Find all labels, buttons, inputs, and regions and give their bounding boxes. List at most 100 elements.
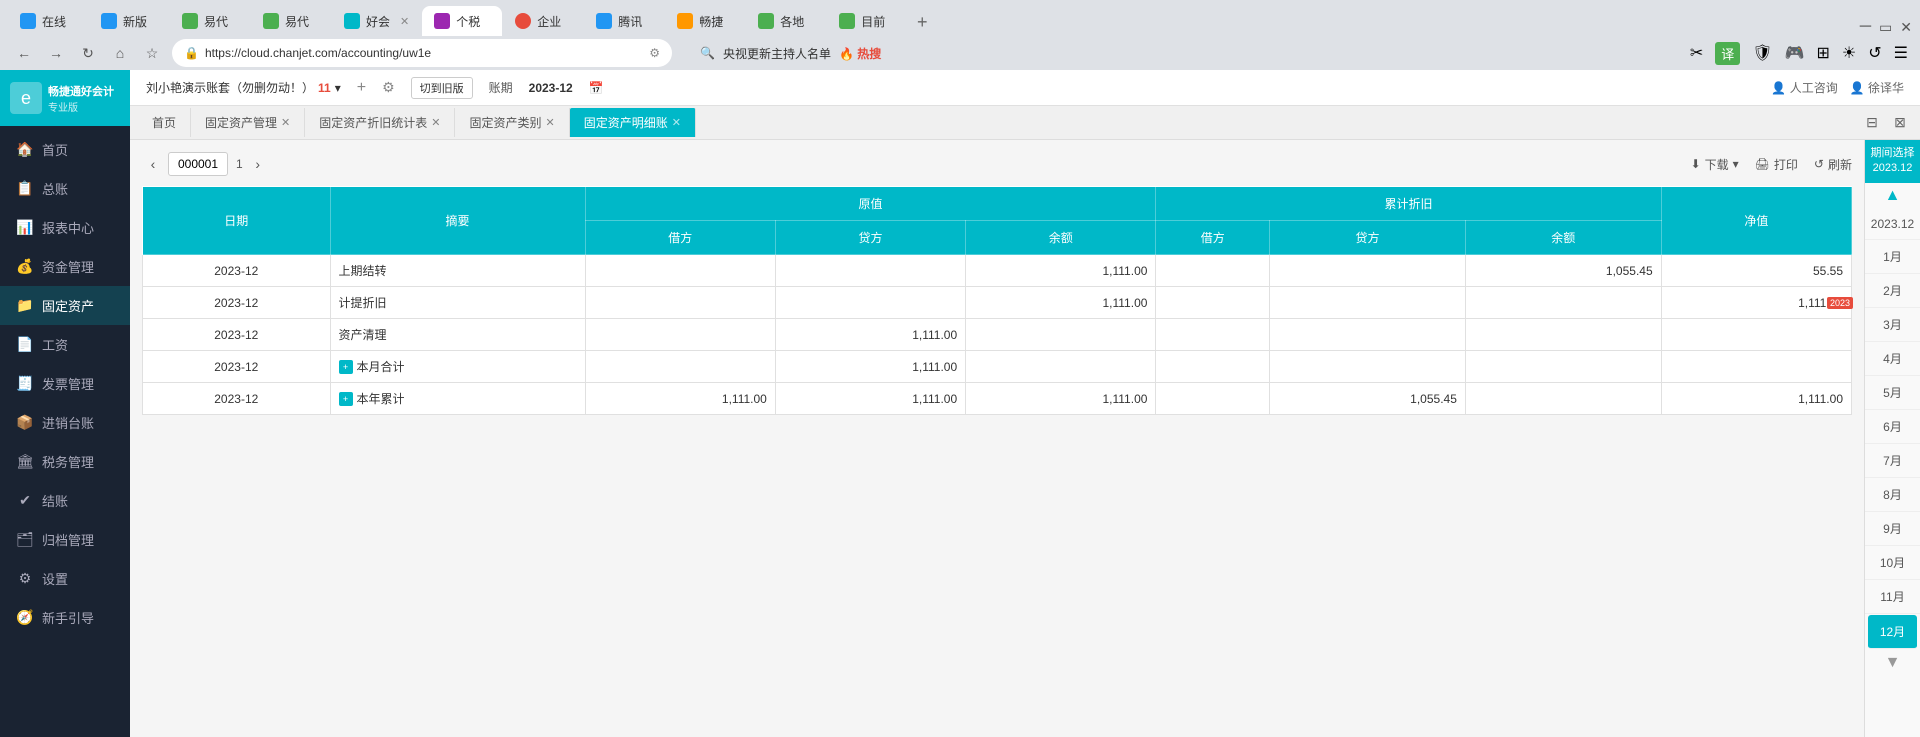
sidebar-label-report-center: 报表中心 — [42, 218, 94, 237]
guide-icon: 🧭 — [16, 609, 34, 626]
wallet-icon[interactable]: 🛡 — [1752, 43, 1772, 63]
next-page-button[interactable]: › — [247, 153, 269, 175]
tab-asset-category[interactable]: 固定资产类别 ✕ — [455, 108, 569, 137]
tab-add-button[interactable]: + — [908, 8, 936, 36]
menu-icon[interactable]: ☰ — [1894, 43, 1908, 63]
period-item-7[interactable]: 7月 — [1865, 444, 1920, 478]
period-item-5[interactable]: 5月 — [1865, 376, 1920, 410]
period-item-2[interactable]: 2月 — [1865, 274, 1920, 308]
address-input[interactable]: 🔒 https://cloud.chanjet.com/accounting/u… — [172, 39, 672, 67]
period-item-8[interactable]: 8月 — [1865, 478, 1920, 512]
cell-balance-accum-1: 1,055.45 — [1465, 255, 1661, 287]
tab-changjie[interactable]: 畅捷 — [665, 6, 745, 36]
scroll-up-button[interactable]: ▲ — [1865, 183, 1920, 209]
add-account-button[interactable]: + — [357, 79, 366, 97]
top-bar: 刘小艳演示账套（勿删勿动！） 11 ▾ + ⚙ 切到旧版 账期 2023-12 … — [130, 70, 1920, 106]
period-item-3[interactable]: 3月 — [1865, 308, 1920, 342]
tab-haohui[interactable]: 好会 ✕ — [332, 6, 421, 36]
period-value: 2023-12 — [529, 81, 573, 95]
sidebar-item-tax-mgmt[interactable]: 🏛 税务管理 — [0, 442, 130, 481]
prev-page-button[interactable]: ‹ — [142, 153, 164, 175]
table-row: 2023-12 + 本月合计 1,111.00 — [143, 351, 1852, 383]
expand-tab-button[interactable]: ⊠ — [1888, 111, 1912, 135]
sidebar-item-purchase-sales[interactable]: 📦 进销台账 — [0, 403, 130, 442]
bookmark-button[interactable]: ☆ — [140, 41, 164, 65]
tab-close-detail-ledger[interactable]: ✕ — [672, 116, 681, 129]
grid-icon[interactable]: ⊞ — [1817, 43, 1830, 63]
fund-icon: 💰 — [16, 258, 34, 275]
period-item-6[interactable]: 6月 — [1865, 410, 1920, 444]
account-selector[interactable]: 刘小艳演示账套（勿删勿动！） 11 ▾ — [146, 79, 341, 96]
tab-close-haohui[interactable]: ✕ — [400, 15, 409, 28]
tab-yidai1[interactable]: 易代 — [170, 6, 250, 36]
tab-xinban[interactable]: 新版 — [89, 6, 169, 36]
invoice-icon: 🧾 — [16, 375, 34, 392]
calendar-icon[interactable]: 📅 — [589, 81, 604, 95]
tab-yidai2[interactable]: 易代 — [251, 6, 331, 36]
period-item-11[interactable]: 11月 — [1865, 580, 1920, 614]
sidebar-item-home[interactable]: 🏠 首页 — [0, 130, 130, 169]
tab-tengxun[interactable]: 腾讯 — [584, 6, 664, 36]
cell-date-2: 2023-12 — [143, 287, 331, 319]
refresh-data-button[interactable]: ↺ 刷新 — [1814, 156, 1852, 173]
game-icon[interactable]: 🎮 — [1785, 43, 1805, 63]
tab-muqian[interactable]: 目前 — [827, 6, 907, 36]
refresh-button[interactable]: ↻ — [76, 41, 100, 65]
home-button[interactable]: ⌂ — [108, 41, 132, 65]
tab-fixed-asset-mgmt[interactable]: 固定资产管理 ✕ — [191, 108, 305, 137]
tab-geshui[interactable]: 个税 — [422, 6, 502, 36]
tab-zaixin[interactable]: 在线 — [8, 6, 88, 36]
print-button[interactable]: 🖨 打印 — [1755, 156, 1798, 173]
restore-icon[interactable]: ▭ — [1879, 19, 1892, 36]
sidebar-item-archive[interactable]: 🗂 归档管理 — [0, 520, 130, 559]
brightness-icon[interactable]: ☀ — [1842, 43, 1856, 63]
user-actions: 👤 人工咨询 👤 徐译华 — [1771, 79, 1904, 96]
settings-button[interactable]: ⚙ — [382, 79, 395, 96]
sidebar-nav: 🏠 首页 📋 总账 📊 报表中心 💰 资金管理 📁 固定资产 📄 工资 — [0, 126, 130, 737]
sidebar-item-settle[interactable]: ✔ 结账 — [0, 481, 130, 520]
address-bar: ← → ↻ ⌂ ☆ 🔒 https://cloud.chanjet.com/ac… — [0, 36, 1920, 70]
address-info-icon: ⚙ — [649, 46, 660, 60]
tab-close-depreciation-stats[interactable]: ✕ — [431, 116, 440, 129]
tab-close-fixed-asset-mgmt[interactable]: ✕ — [281, 116, 290, 129]
minimize-tab-button[interactable]: ⊟ — [1860, 111, 1884, 135]
download-button[interactable]: ⬇ 下载 ▾ — [1691, 156, 1739, 173]
tab-depreciation-stats[interactable]: 固定资产折旧统计表 ✕ — [305, 108, 455, 137]
user-avatar[interactable]: 👤 徐译华 — [1850, 79, 1904, 96]
sidebar-label-tax-mgmt: 税务管理 — [42, 452, 94, 471]
page-number-input[interactable] — [168, 152, 228, 176]
tab-close-asset-category[interactable]: ✕ — [546, 116, 555, 129]
period-item-10[interactable]: 10月 — [1865, 546, 1920, 580]
sidebar-item-general-ledger[interactable]: 📋 总账 — [0, 169, 130, 208]
translate-icon[interactable]: 译 — [1715, 42, 1740, 65]
period-item-9[interactable]: 9月 — [1865, 512, 1920, 546]
sidebar-item-guide[interactable]: 🧭 新手引导 — [0, 598, 130, 637]
consult-button[interactable]: 👤 人工咨询 — [1771, 79, 1837, 96]
minimize-icon[interactable]: ─ — [1860, 18, 1871, 36]
tab-homepage[interactable]: 首页 — [138, 108, 191, 137]
cell-credit-accum-3 — [1270, 319, 1466, 351]
cell-credit-orig-3: 1,111.00 — [775, 319, 965, 351]
tab-gedi[interactable]: 各地 — [746, 6, 826, 36]
forward-button[interactable]: → — [44, 41, 68, 65]
period-item-4[interactable]: 4月 — [1865, 342, 1920, 376]
period-item-2023-12[interactable]: 2023.12 — [1865, 209, 1920, 240]
back-button[interactable]: ← — [12, 41, 36, 65]
undo-icon[interactable]: ↺ — [1868, 43, 1881, 63]
sidebar-item-fixed-assets[interactable]: 📁 固定资产 — [0, 286, 130, 325]
tab-qiye[interactable]: 企业 — [503, 6, 583, 36]
period-item-1[interactable]: 1月 — [1865, 240, 1920, 274]
period-item-12[interactable]: 12月 — [1868, 615, 1917, 649]
toolbar-icons: ✂ 译 🛡 🎮 ⊞ ☀ ↺ ☰ — [1690, 42, 1908, 65]
tab-detail-ledger[interactable]: 固定资产明细账 ✕ — [570, 108, 696, 137]
scroll-down-button[interactable]: ▼ — [1865, 650, 1920, 676]
sidebar-item-report-center[interactable]: 📊 报表中心 — [0, 208, 130, 247]
sidebar-item-fund-mgmt[interactable]: 💰 资金管理 — [0, 247, 130, 286]
switch-version-button[interactable]: 切到旧版 — [411, 77, 473, 99]
scissors-icon[interactable]: ✂ — [1690, 43, 1703, 63]
browser-chrome: 在线 新版 易代 易代 好会 ✕ 个税 企业 腾讯 — [0, 0, 1920, 70]
sidebar-item-settings[interactable]: ⚙ 设置 — [0, 559, 130, 598]
close-icon[interactable]: ✕ — [1900, 19, 1912, 36]
sidebar-item-invoice[interactable]: 🧾 发票管理 — [0, 364, 130, 403]
sidebar-item-payroll[interactable]: 📄 工资 — [0, 325, 130, 364]
